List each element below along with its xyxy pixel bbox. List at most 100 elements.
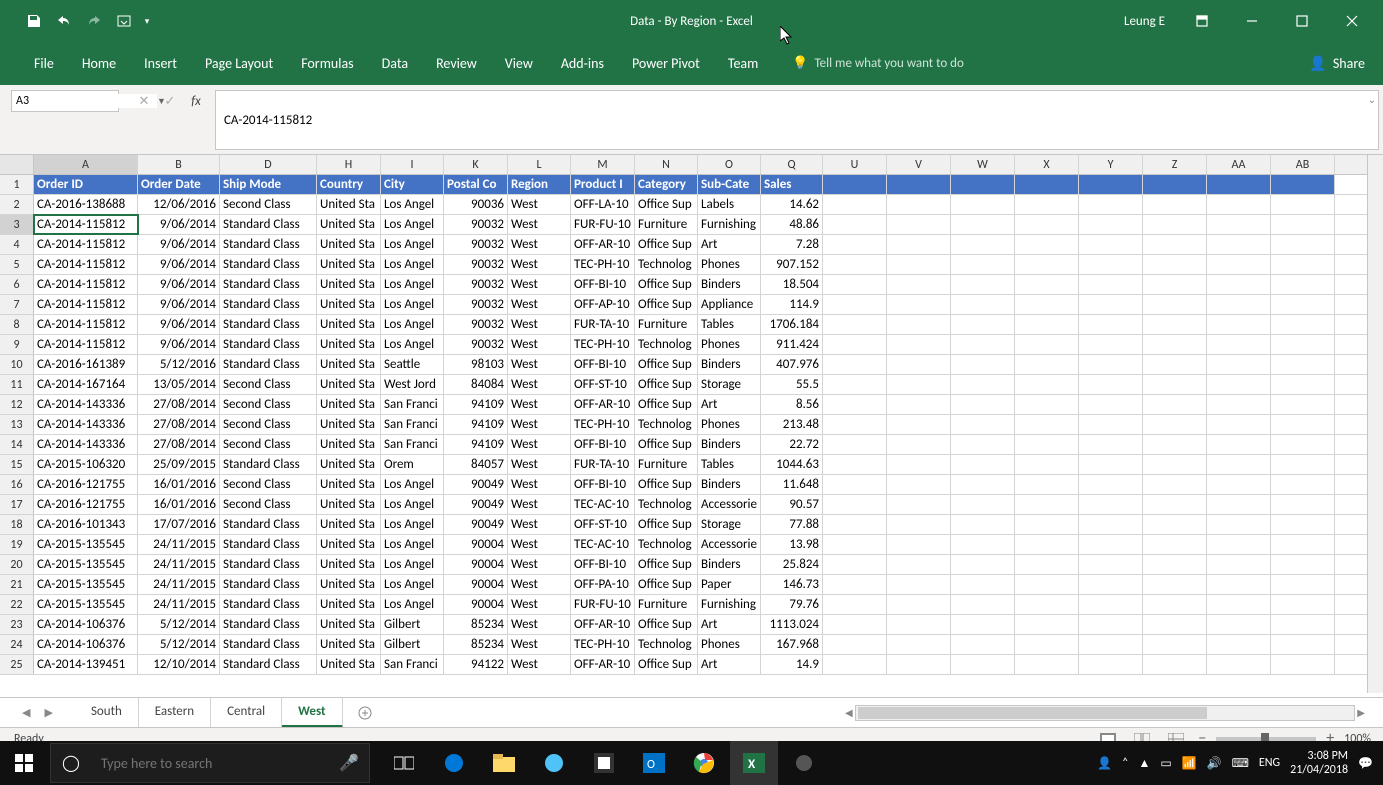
cell[interactable] xyxy=(1079,555,1143,574)
cell[interactable]: United Sta xyxy=(317,455,381,474)
cell[interactable]: 114.9 xyxy=(761,295,823,314)
cell[interactable] xyxy=(823,415,887,434)
cell[interactable]: CA-2016-121755 xyxy=(34,495,138,514)
cell[interactable]: CA-2016-121755 xyxy=(34,475,138,494)
cell[interactable]: OFF-ST-10 xyxy=(571,375,635,394)
cell[interactable]: 16/01/2016 xyxy=(138,475,220,494)
cell[interactable] xyxy=(1143,275,1207,294)
cell[interactable]: Paper xyxy=(698,575,761,594)
name-box[interactable]: ▼ xyxy=(11,90,119,112)
cell[interactable]: Second Class xyxy=(220,495,317,514)
cell[interactable] xyxy=(887,435,951,454)
cell[interactable] xyxy=(823,195,887,214)
cell[interactable] xyxy=(1143,635,1207,654)
cell[interactable] xyxy=(1271,235,1335,254)
cell[interactable]: 9/06/2014 xyxy=(138,315,220,334)
cell[interactable]: Los Angel xyxy=(381,335,444,354)
cell[interactable] xyxy=(887,275,951,294)
cell[interactable]: Accessorie xyxy=(698,535,761,554)
cell[interactable] xyxy=(1207,615,1271,634)
column-header[interactable]: B xyxy=(138,155,220,174)
column-header[interactable]: K xyxy=(444,155,508,174)
cell[interactable] xyxy=(1143,255,1207,274)
cell[interactable]: 90036 xyxy=(444,195,508,214)
cell[interactable] xyxy=(1271,315,1335,334)
cell[interactable] xyxy=(1207,475,1271,494)
app-icon-2[interactable] xyxy=(580,741,628,785)
cell[interactable]: CA-2014-106376 xyxy=(34,615,138,634)
cell[interactable] xyxy=(823,355,887,374)
cell[interactable]: Furnishing xyxy=(698,595,761,614)
cell[interactable]: United Sta xyxy=(317,635,381,654)
cell[interactable]: West xyxy=(508,435,571,454)
chrome-icon[interactable] xyxy=(680,741,728,785)
cell[interactable]: San Franci xyxy=(381,395,444,414)
header-cell[interactable]: Sales xyxy=(761,175,823,194)
app-icon-1[interactable] xyxy=(530,741,578,785)
cell[interactable]: 1706.184 xyxy=(761,315,823,334)
cell[interactable] xyxy=(1207,575,1271,594)
cell[interactable]: West xyxy=(508,315,571,334)
cell[interactable]: Office Sup xyxy=(635,195,698,214)
tray-battery-icon[interactable]: ▭ xyxy=(1160,756,1171,771)
cell[interactable]: West xyxy=(508,295,571,314)
cell[interactable] xyxy=(1143,355,1207,374)
row-header[interactable]: 18 xyxy=(0,515,34,534)
row-header[interactable]: 15 xyxy=(0,455,34,474)
cell[interactable]: Los Angel xyxy=(381,195,444,214)
cell[interactable]: CA-2016-138688 xyxy=(34,195,138,214)
cell[interactable] xyxy=(887,415,951,434)
cell[interactable]: United Sta xyxy=(317,255,381,274)
cell[interactable]: 14.9 xyxy=(761,655,823,674)
cell[interactable]: West xyxy=(508,415,571,434)
cell[interactable] xyxy=(1207,195,1271,214)
cell[interactable] xyxy=(1271,415,1335,434)
cell[interactable] xyxy=(1015,195,1079,214)
cell[interactable]: Phones xyxy=(698,415,761,434)
cell[interactable]: 94122 xyxy=(444,655,508,674)
cell[interactable] xyxy=(1271,195,1335,214)
cell[interactable] xyxy=(951,295,1015,314)
cell[interactable]: United Sta xyxy=(317,575,381,594)
cell[interactable] xyxy=(951,355,1015,374)
cell[interactable] xyxy=(823,335,887,354)
cell[interactable] xyxy=(887,635,951,654)
cell[interactable]: CA-2015-135545 xyxy=(34,555,138,574)
cell[interactable]: 25/09/2015 xyxy=(138,455,220,474)
maximize-button[interactable] xyxy=(1279,6,1325,36)
cell[interactable] xyxy=(1207,435,1271,454)
ribbon-tab-power-pivot[interactable]: Power Pivot xyxy=(618,45,714,82)
cell[interactable]: West xyxy=(508,235,571,254)
cell[interactable] xyxy=(1143,595,1207,614)
header-cell[interactable]: Category xyxy=(635,175,698,194)
cell[interactable]: Office Sup xyxy=(635,475,698,494)
cell[interactable]: CA-2014-115812 xyxy=(34,335,138,354)
cell[interactable] xyxy=(1271,435,1335,454)
cell[interactable] xyxy=(1143,615,1207,634)
cell[interactable]: 90032 xyxy=(444,255,508,274)
cell[interactable] xyxy=(1015,215,1079,234)
cell[interactable]: TEC-AC-10 xyxy=(571,535,635,554)
cell[interactable] xyxy=(1143,395,1207,414)
cell[interactable] xyxy=(1143,295,1207,314)
cell[interactable]: West xyxy=(508,595,571,614)
cell[interactable]: Phones xyxy=(698,255,761,274)
cell[interactable] xyxy=(823,235,887,254)
cell[interactable]: CA-2014-115812 xyxy=(34,295,138,314)
cell[interactable]: 13.98 xyxy=(761,535,823,554)
cell[interactable]: Art xyxy=(698,395,761,414)
cell[interactable]: San Franci xyxy=(381,435,444,454)
cell[interactable]: CA-2014-115812 xyxy=(34,215,138,234)
cell[interactable]: United Sta xyxy=(317,275,381,294)
cell[interactable]: CA-2016-101343 xyxy=(34,515,138,534)
mic-icon[interactable]: 🎤 xyxy=(329,753,369,773)
cell[interactable] xyxy=(951,255,1015,274)
cell[interactable]: 7.28 xyxy=(761,235,823,254)
cell[interactable] xyxy=(951,635,1015,654)
cell[interactable]: Seattle xyxy=(381,355,444,374)
cell[interactable]: 85234 xyxy=(444,635,508,654)
cell[interactable]: United Sta xyxy=(317,215,381,234)
ribbon-tab-review[interactable]: Review xyxy=(422,45,491,82)
cell[interactable] xyxy=(1143,515,1207,534)
cell[interactable] xyxy=(951,535,1015,554)
